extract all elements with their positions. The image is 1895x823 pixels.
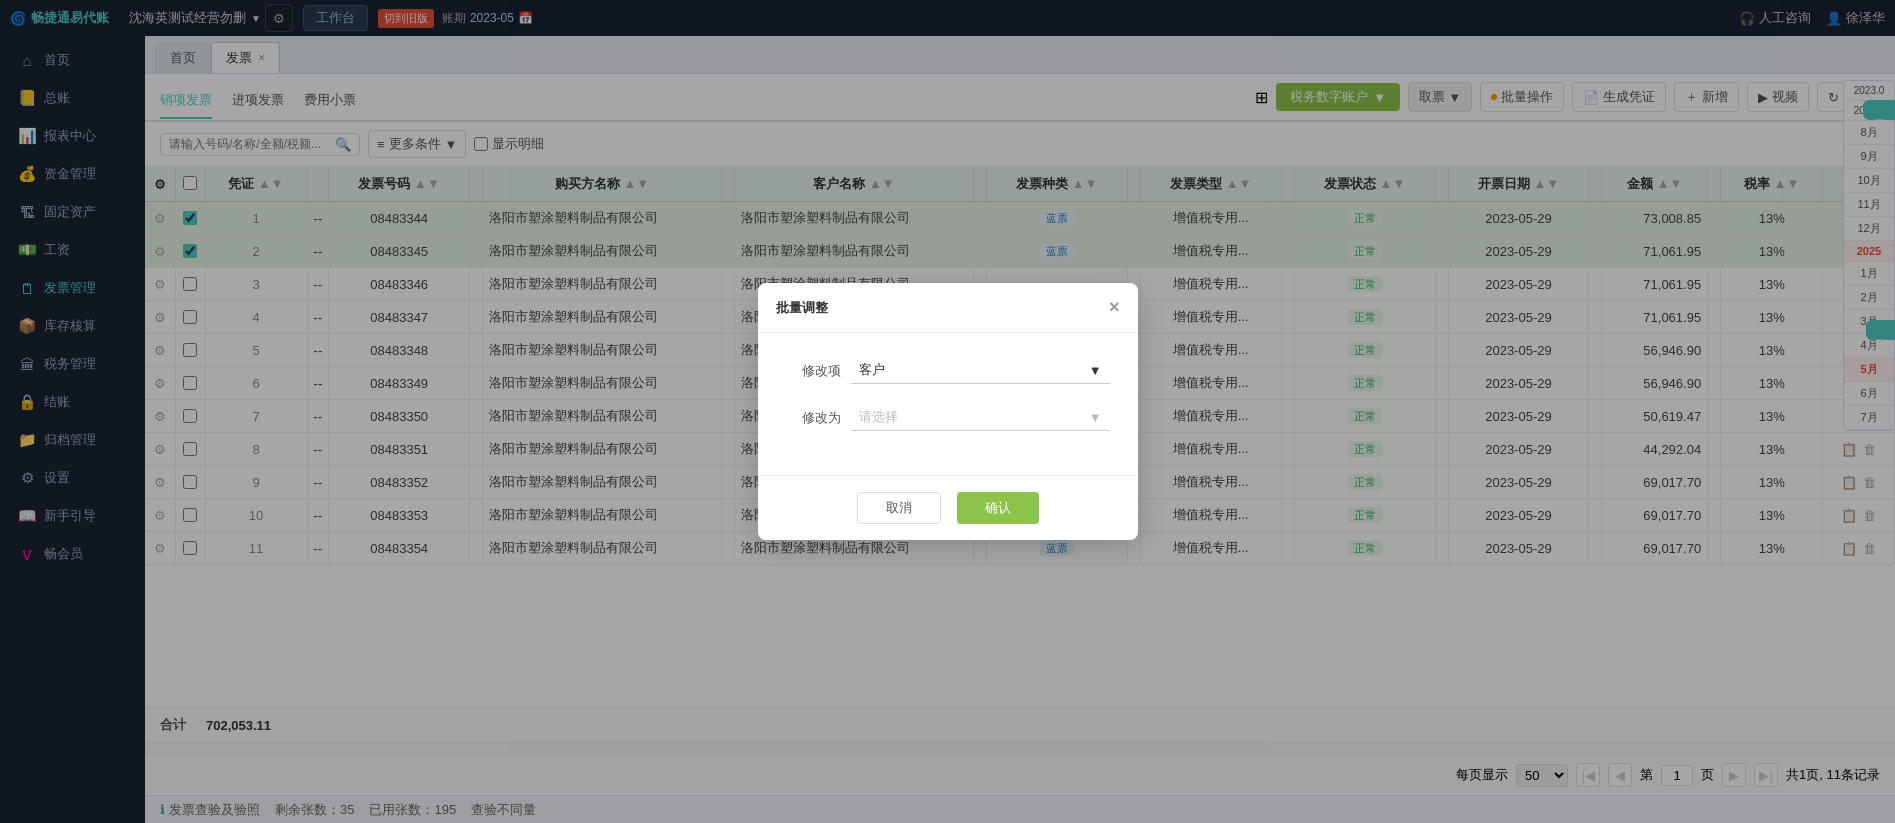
modify-item-label: 修改项 bbox=[786, 362, 841, 380]
batch-adjust-modal: 批量调整 × 修改项 客户 ▼ 修改为 请选择 ▼ 取消 确认 bbox=[758, 283, 1138, 540]
modal-confirm-button[interactable]: 确认 bbox=[957, 492, 1039, 524]
chevron-down-icon: ▼ bbox=[1089, 363, 1102, 378]
modify-item-select[interactable]: 客户 ▼ bbox=[851, 357, 1110, 384]
modal-close-button[interactable]: × bbox=[1109, 297, 1120, 318]
modal-overlay[interactable]: 批量调整 × 修改项 客户 ▼ 修改为 请选择 ▼ 取消 确认 bbox=[0, 0, 1895, 823]
modal-header: 批量调整 × bbox=[758, 283, 1138, 333]
modal-cancel-button[interactable]: 取消 bbox=[857, 492, 941, 524]
change-to-placeholder: 请选择 bbox=[859, 408, 898, 426]
modify-item-row: 修改项 客户 ▼ bbox=[786, 357, 1110, 384]
modal-footer: 取消 确认 bbox=[758, 475, 1138, 540]
modify-item-value: 客户 bbox=[859, 361, 885, 379]
change-to-label: 修改为 bbox=[786, 409, 841, 427]
modal-body: 修改项 客户 ▼ 修改为 请选择 ▼ bbox=[758, 333, 1138, 475]
modal-title: 批量调整 bbox=[776, 299, 828, 317]
change-to-row: 修改为 请选择 ▼ bbox=[786, 404, 1110, 431]
chevron-down-icon: ▼ bbox=[1089, 410, 1102, 425]
change-to-select[interactable]: 请选择 ▼ bbox=[851, 404, 1110, 431]
